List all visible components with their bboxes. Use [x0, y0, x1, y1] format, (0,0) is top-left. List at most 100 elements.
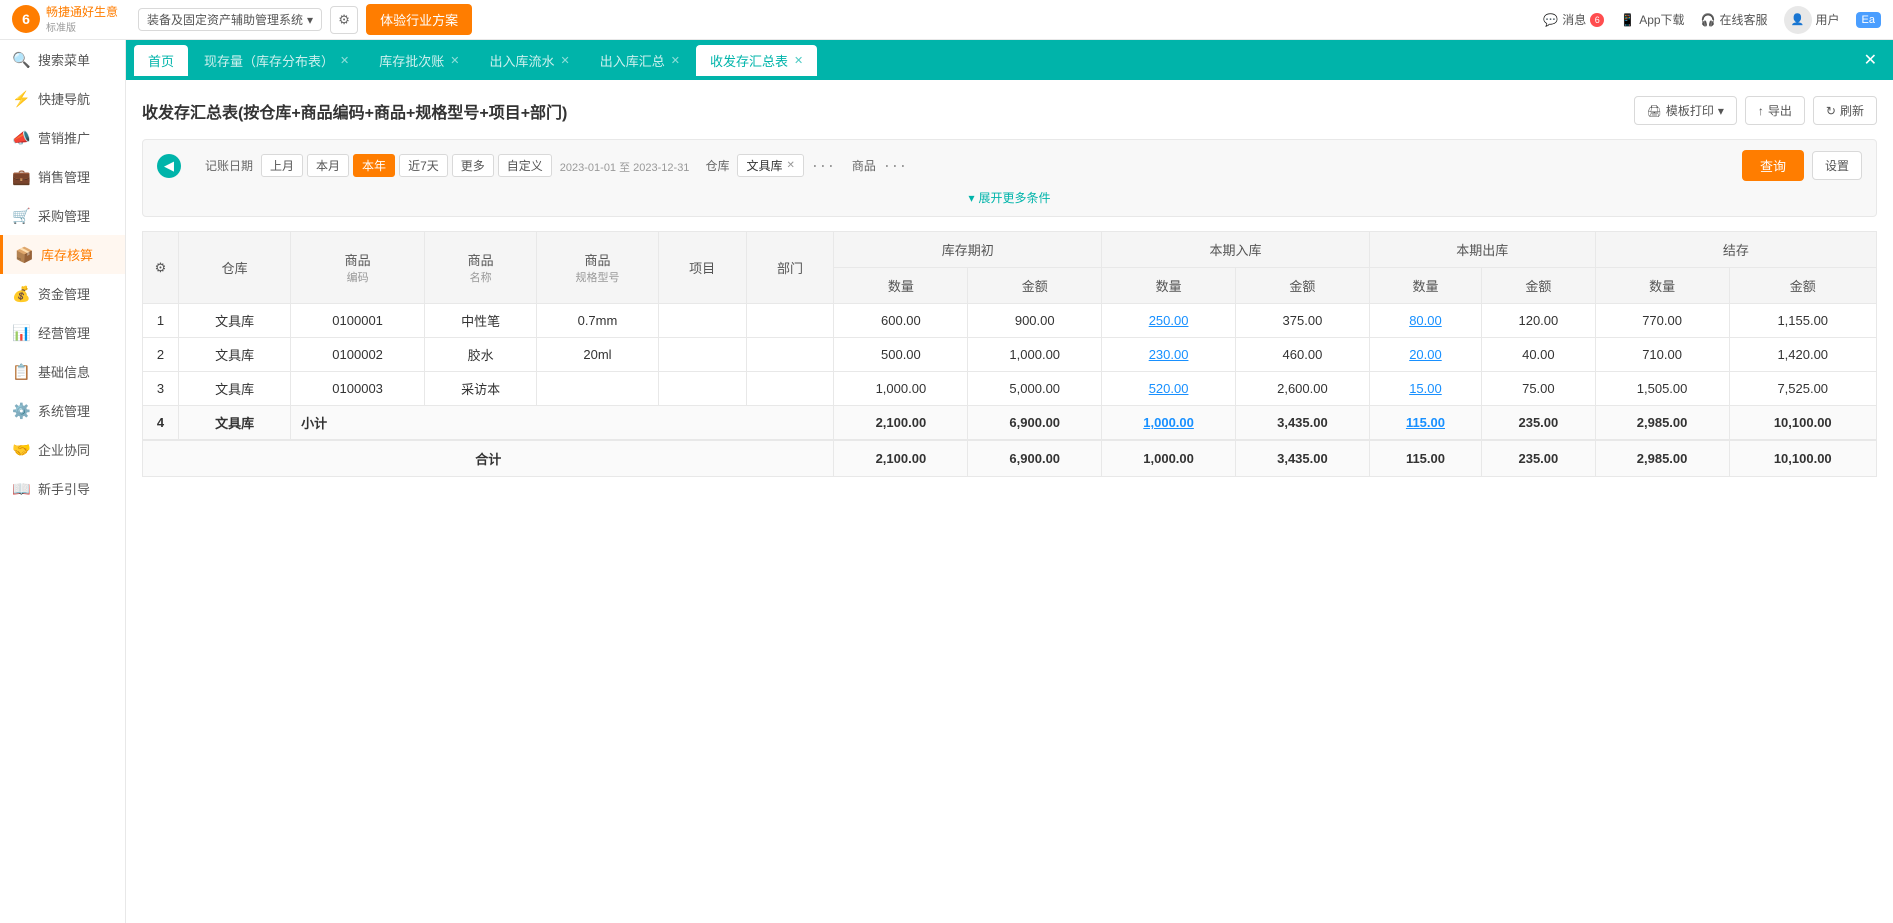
tab-stock-summary[interactable]: 收发存汇总表 ✕	[696, 45, 817, 76]
sidebar-item-search[interactable]: 🔍 搜索菜单	[0, 40, 125, 79]
inventory-icon: 📦	[15, 246, 33, 264]
row2-balance-amt: 1,420.00	[1729, 338, 1877, 372]
th-project: 项目	[658, 232, 746, 304]
gear-button[interactable]: ⚙	[330, 6, 358, 34]
subtotal-row: 4 文具库 小计 2,100.00 6,900.00 1,000.00 3,43…	[143, 406, 1877, 441]
date-btn-more[interactable]: 更多	[452, 154, 494, 177]
sidebar-label-marketing: 营销推广	[38, 128, 90, 147]
total-out-amt: 235.00	[1482, 440, 1596, 477]
tab-summary-close[interactable]: ✕	[671, 54, 680, 67]
experience-button[interactable]: 体验行业方案	[366, 4, 472, 35]
expand-button[interactable]: ▾ 展开更多条件	[968, 189, 1050, 206]
row1-out-amt: 120.00	[1482, 304, 1596, 338]
row1-in-qty[interactable]: 250.00	[1102, 304, 1236, 338]
th-name: 商品名称	[425, 232, 537, 304]
total-balance-qty: 2,985.00	[1595, 440, 1729, 477]
tab-bar-close[interactable]: ✕	[1856, 50, 1885, 70]
date-btn-custom[interactable]: 自定义	[498, 154, 552, 177]
row2-in-qty[interactable]: 230.00	[1102, 338, 1236, 372]
date-btn-this-year[interactable]: 本年	[353, 154, 395, 177]
row3-out-qty[interactable]: 15.00	[1369, 372, 1481, 406]
subtotal-in-qty[interactable]: 1,000.00	[1102, 406, 1236, 441]
date-btn-last-month[interactable]: 上月	[261, 154, 303, 177]
management-icon: 📊	[12, 324, 30, 342]
tab-current-stock-close[interactable]: ✕	[340, 54, 349, 67]
row3-warehouse: 文具库	[179, 372, 291, 406]
chevron-down-icon: ▾	[968, 191, 974, 205]
tab-batch[interactable]: 库存批次账 ✕	[365, 45, 473, 76]
finance-icon: 💰	[12, 285, 30, 303]
tab-current-stock[interactable]: 现存量（库存分布表） ✕	[190, 45, 363, 76]
subtotal-opening-amt: 6,900.00	[968, 406, 1102, 441]
expand-label: 展开更多条件	[979, 189, 1051, 206]
goods-more[interactable]: ···	[884, 155, 908, 176]
row2-name: 胶水	[425, 338, 537, 372]
tab-home[interactable]: 首页	[134, 45, 188, 76]
sidebar-label-system: 系统管理	[38, 401, 90, 420]
message-icon: 💬	[1543, 13, 1558, 27]
tab-batch-close[interactable]: ✕	[450, 54, 459, 67]
subtotal-out-amt: 235.00	[1482, 406, 1596, 441]
collapse-button[interactable]: ◀	[157, 154, 181, 178]
sidebar-item-inventory[interactable]: 📦 库存核算	[0, 235, 125, 274]
app-download-item[interactable]: 📱 App下载	[1620, 11, 1684, 28]
logo-sub: 标准版	[46, 19, 118, 34]
warehouse-tag-close[interactable]: ✕	[786, 160, 794, 171]
refresh-button[interactable]: ↻ 刷新	[1813, 96, 1877, 125]
th-in-qty: 数量	[1102, 268, 1236, 304]
sidebar-item-sales[interactable]: 💼 销售管理	[0, 157, 125, 196]
date-btn-this-month[interactable]: 本月	[307, 154, 349, 177]
date-btn-7days[interactable]: 近7天	[399, 154, 448, 177]
row3-balance-amt: 7,525.00	[1729, 372, 1877, 406]
export-button[interactable]: ↑ 导出	[1745, 96, 1805, 125]
subtotal-name: 小计	[291, 406, 834, 441]
headset-icon: 🎧	[1701, 13, 1716, 27]
warehouse-tag[interactable]: 文具库 ✕	[737, 154, 803, 177]
tab-stock-summary-close[interactable]: ✕	[794, 54, 803, 67]
page-content: 收发存汇总表(按仓库+商品编码+商品+规格型号+项目+部门) 🖨 模板打印 ▾ …	[126, 80, 1893, 923]
export-icon: ↑	[1758, 104, 1764, 118]
sidebar-item-nav[interactable]: ⚡ 快捷导航	[0, 79, 125, 118]
guide-icon: 📖	[12, 480, 30, 498]
subtotal-balance-qty: 2,985.00	[1595, 406, 1729, 441]
system-selector[interactable]: 装备及固定资产辅助管理系统 ▾	[138, 8, 322, 31]
row1-dept	[746, 304, 834, 338]
sidebar-item-management[interactable]: 📊 经营管理	[0, 313, 125, 352]
sidebar-item-cooperation[interactable]: 🤝 企业协同	[0, 430, 125, 469]
tab-summary[interactable]: 出入库汇总 ✕	[586, 45, 694, 76]
row2-out-amt: 40.00	[1482, 338, 1596, 372]
sidebar-item-system[interactable]: ⚙️ 系统管理	[0, 391, 125, 430]
sidebar-label-finance: 资金管理	[38, 284, 90, 303]
tab-summary-label: 出入库汇总	[600, 51, 665, 70]
row2-warehouse: 文具库	[179, 338, 291, 372]
online-service-item[interactable]: 🎧 在线客服	[1701, 11, 1768, 28]
th-settings[interactable]: ⚙	[143, 232, 179, 304]
row3-name: 采访本	[425, 372, 537, 406]
user-item[interactable]: 👤 用户	[1784, 6, 1840, 34]
settings-button[interactable]: 设置	[1812, 151, 1862, 180]
row3-in-qty[interactable]: 520.00	[1102, 372, 1236, 406]
sidebar-item-finance[interactable]: 💰 资金管理	[0, 274, 125, 313]
row2-balance-qty: 710.00	[1595, 338, 1729, 372]
sidebar-item-purchase[interactable]: 🛒 采购管理	[0, 196, 125, 235]
th-opening-group: 库存期初	[834, 232, 1102, 268]
tab-flow-close[interactable]: ✕	[561, 54, 570, 67]
row2-out-qty[interactable]: 20.00	[1369, 338, 1481, 372]
subtotal-out-qty[interactable]: 115.00	[1369, 406, 1481, 441]
warehouse-label: 仓库	[705, 157, 729, 174]
query-button[interactable]: 查询	[1742, 150, 1804, 181]
sidebar-item-marketing[interactable]: 📣 营销推广	[0, 118, 125, 157]
top-bar: 6 畅捷通好生意 标准版 装备及固定资产辅助管理系统 ▾ ⚙ 体验行业方案 💬 …	[0, 0, 1893, 40]
warehouse-filter-section: 仓库 文具库 ✕ ···	[705, 154, 835, 177]
sidebar-item-guide[interactable]: 📖 新手引导	[0, 469, 125, 508]
row1-out-qty[interactable]: 80.00	[1369, 304, 1481, 338]
message-item[interactable]: 💬 消息 6	[1543, 11, 1604, 28]
tab-current-stock-label: 现存量（库存分布表）	[204, 51, 334, 70]
sidebar-item-basic[interactable]: 📋 基础信息	[0, 352, 125, 391]
logo-icon: 6	[12, 5, 40, 33]
warehouse-more[interactable]: ···	[812, 155, 836, 176]
tab-flow[interactable]: 出入库流水 ✕	[475, 45, 583, 76]
print-button[interactable]: 🖨 模板打印 ▾	[1634, 96, 1737, 125]
sidebar-label-cooperation: 企业协同	[38, 440, 90, 459]
row3-in-amt: 2,600.00	[1236, 372, 1370, 406]
